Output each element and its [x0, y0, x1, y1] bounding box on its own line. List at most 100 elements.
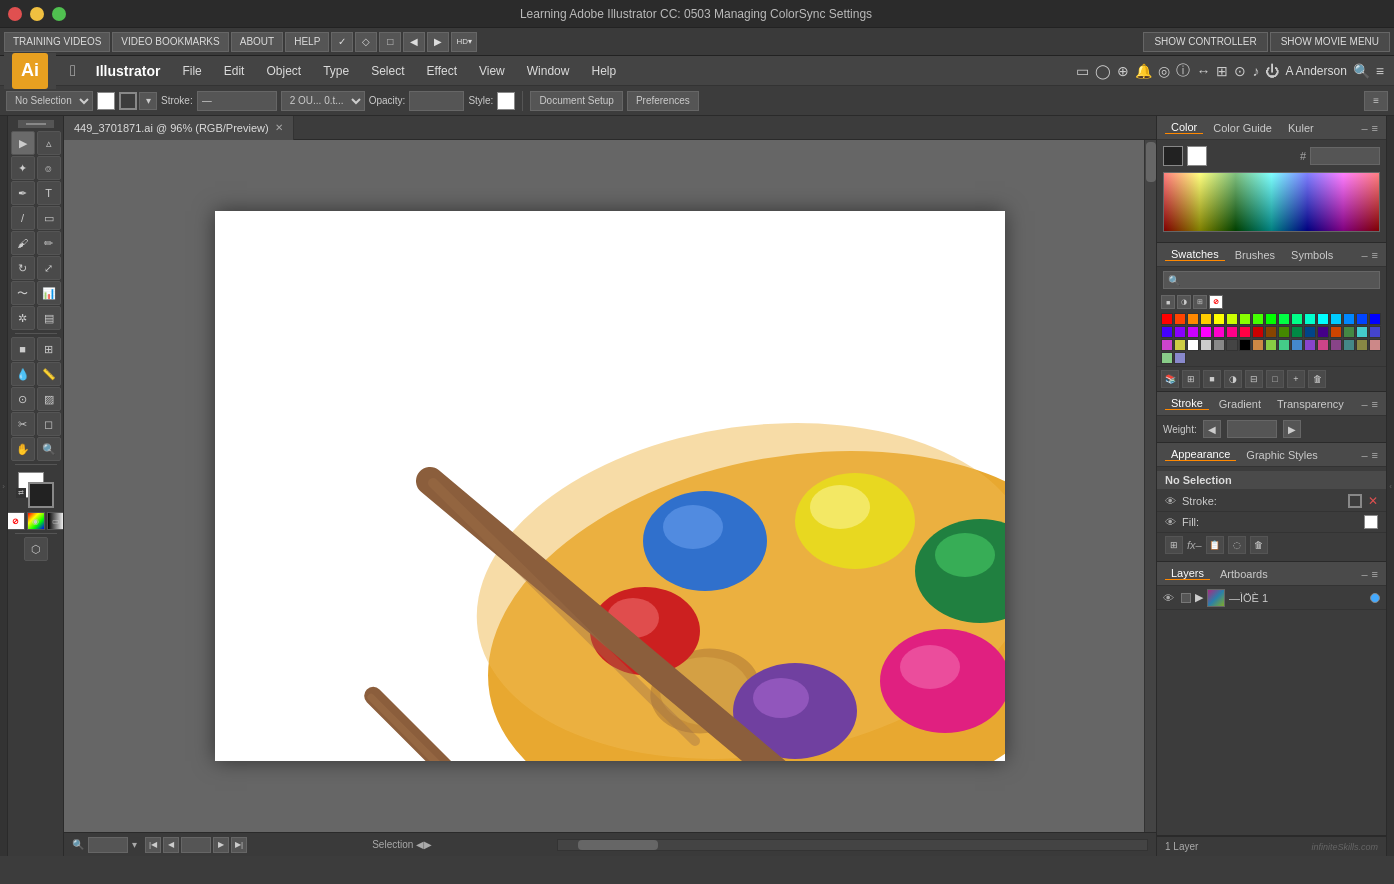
- swatches-search-input[interactable]: [1163, 271, 1380, 289]
- gradient-mode-btn[interactable]: ▭: [47, 512, 65, 530]
- close-button[interactable]: [8, 7, 22, 21]
- prev-page-button[interactable]: ◀: [163, 837, 179, 853]
- swatch-cell[interactable]: [1174, 352, 1186, 364]
- layers-panel-menu[interactable]: ≡: [1372, 568, 1378, 580]
- show-all-swatches[interactable]: ⊞: [1182, 370, 1200, 388]
- blend-tool[interactable]: ⊙: [11, 387, 35, 411]
- layers-panel-header[interactable]: Layers Artboards – ≡: [1157, 562, 1386, 586]
- tab-symbols[interactable]: Symbols: [1285, 249, 1339, 261]
- color-gradient[interactable]: [1163, 172, 1380, 232]
- swatch-cell[interactable]: [1200, 313, 1212, 325]
- page-input[interactable]: 1: [181, 837, 211, 853]
- vertical-scrollbar[interactable]: [1144, 140, 1156, 832]
- swatch-cell[interactable]: [1291, 339, 1303, 351]
- tab-color-guide[interactable]: Color Guide: [1207, 122, 1278, 134]
- document-setup-button[interactable]: Document Setup: [530, 91, 623, 111]
- chart-tool[interactable]: ▨: [37, 387, 61, 411]
- scale-tool[interactable]: ⤢: [37, 256, 61, 280]
- swatch-cell[interactable]: [1369, 313, 1381, 325]
- horizontal-scrollbar[interactable]: [557, 839, 1148, 851]
- tab-swatches[interactable]: Swatches: [1165, 248, 1225, 261]
- type-tool[interactable]: T: [37, 181, 61, 205]
- gradient-tool[interactable]: ■: [11, 337, 35, 361]
- training-videos-button[interactable]: TRAINING VIDEOS: [4, 32, 110, 52]
- swatch-cell[interactable]: [1369, 326, 1381, 338]
- tab-brushes[interactable]: Brushes: [1229, 249, 1281, 261]
- h-scrollbar-thumb[interactable]: [578, 840, 658, 850]
- last-page-button[interactable]: ▶|: [231, 837, 247, 853]
- layer-1-name[interactable]: —ÌÖÈ 1: [1229, 592, 1366, 604]
- warp-tool[interactable]: 〜: [11, 281, 35, 305]
- monitor-icon[interactable]: ▭: [1076, 63, 1089, 79]
- swatch-cell[interactable]: [1174, 326, 1186, 338]
- square-icon[interactable]: □: [379, 32, 401, 52]
- tab-kuler[interactable]: Kuler: [1282, 122, 1320, 134]
- clock-icon[interactable]: ◯: [1095, 63, 1111, 79]
- mesh-tool[interactable]: ⊞: [37, 337, 61, 361]
- paintbrush-tool[interactable]: 🖌: [11, 231, 35, 255]
- swatch-cell[interactable]: [1356, 339, 1368, 351]
- swap-colors-icon[interactable]: ⇄: [16, 488, 26, 498]
- video-bookmarks-button[interactable]: VIDEO BOOKMARKS: [112, 32, 228, 52]
- swatch-cell[interactable]: [1174, 313, 1186, 325]
- lasso-tool[interactable]: ⌾: [37, 156, 61, 180]
- swatch-cell[interactable]: [1278, 339, 1290, 351]
- color-panel-menu[interactable]: ≡: [1372, 122, 1378, 134]
- tab-layers[interactable]: Layers: [1165, 567, 1210, 580]
- swatch-cell[interactable]: [1187, 326, 1199, 338]
- tab-stroke[interactable]: Stroke: [1165, 397, 1209, 410]
- status-arrows[interactable]: ◀▶: [416, 839, 432, 850]
- diamond-icon[interactable]: ◇: [355, 32, 377, 52]
- direct-select-tool[interactable]: ▵: [37, 131, 61, 155]
- info-icon[interactable]: ⓘ: [1176, 62, 1190, 80]
- swatch-cell[interactable]: [1265, 339, 1277, 351]
- tab-close-button[interactable]: ✕: [275, 122, 283, 133]
- magic-wand-tool[interactable]: ✦: [11, 156, 35, 180]
- prev-icon[interactable]: ◀: [403, 32, 425, 52]
- menu-view[interactable]: View: [469, 60, 515, 82]
- swatch-cell[interactable]: [1226, 313, 1238, 325]
- next-page-button[interactable]: ▶: [213, 837, 229, 853]
- canvas-wrapper[interactable]: [64, 140, 1156, 832]
- preferences-button[interactable]: Preferences: [627, 91, 699, 111]
- swatch-cell[interactable]: [1317, 339, 1329, 351]
- swatch-cell[interactable]: [1213, 313, 1225, 325]
- swatch-cell[interactable]: [1356, 326, 1368, 338]
- measure-tool[interactable]: 📏: [37, 362, 61, 386]
- rotate-tool[interactable]: ↻: [11, 256, 35, 280]
- swatch-cell[interactable]: [1200, 326, 1212, 338]
- swatch-cell[interactable]: [1343, 339, 1355, 351]
- swatch-type-color[interactable]: ■: [1161, 295, 1175, 309]
- swatch-cell[interactable]: [1304, 339, 1316, 351]
- layer-arrow[interactable]: ▶: [1195, 591, 1203, 604]
- menu-object[interactable]: Object: [256, 60, 311, 82]
- show-movie-menu-button[interactable]: SHOW MOVIE MENU: [1270, 32, 1390, 52]
- swatch-cell[interactable]: [1161, 326, 1173, 338]
- layer-1-eye[interactable]: 👁: [1163, 592, 1177, 604]
- color-panel-collapse[interactable]: –: [1361, 122, 1367, 134]
- about-button[interactable]: ABOUT: [231, 32, 283, 52]
- color-panel-header[interactable]: Color Color Guide Kuler – ≡: [1157, 116, 1386, 140]
- column-graph-tool[interactable]: ▤: [37, 306, 61, 330]
- left-panel-collapse[interactable]: ›: [0, 116, 8, 856]
- search-icon[interactable]: 🔍: [1353, 63, 1370, 79]
- swatch-cell[interactable]: [1161, 313, 1173, 325]
- swatch-cell[interactable]: [1265, 313, 1277, 325]
- power-icon[interactable]: ⏻: [1265, 63, 1279, 79]
- pencil-tool[interactable]: ✏: [37, 231, 61, 255]
- menu-edit[interactable]: Edit: [214, 60, 255, 82]
- show-pattern-swatches[interactable]: ⊟: [1245, 370, 1263, 388]
- show-color-swatches[interactable]: ■: [1203, 370, 1221, 388]
- layers-panel-collapse[interactable]: –: [1361, 568, 1367, 580]
- show-gradient-swatches[interactable]: ◑: [1224, 370, 1242, 388]
- swatch-cell[interactable]: [1213, 326, 1225, 338]
- appearance-trash[interactable]: 🗑: [1250, 536, 1268, 554]
- swatch-cell[interactable]: [1187, 339, 1199, 351]
- selection-tool[interactable]: ▶: [11, 131, 35, 155]
- stroke-weight-up[interactable]: ▶: [1283, 420, 1301, 438]
- swatch-cell[interactable]: [1291, 326, 1303, 338]
- new-swatch[interactable]: +: [1287, 370, 1305, 388]
- new-appearance-item[interactable]: 📋: [1206, 536, 1224, 554]
- sound-icon[interactable]: ♪: [1252, 63, 1259, 79]
- swatch-cell[interactable]: [1200, 339, 1212, 351]
